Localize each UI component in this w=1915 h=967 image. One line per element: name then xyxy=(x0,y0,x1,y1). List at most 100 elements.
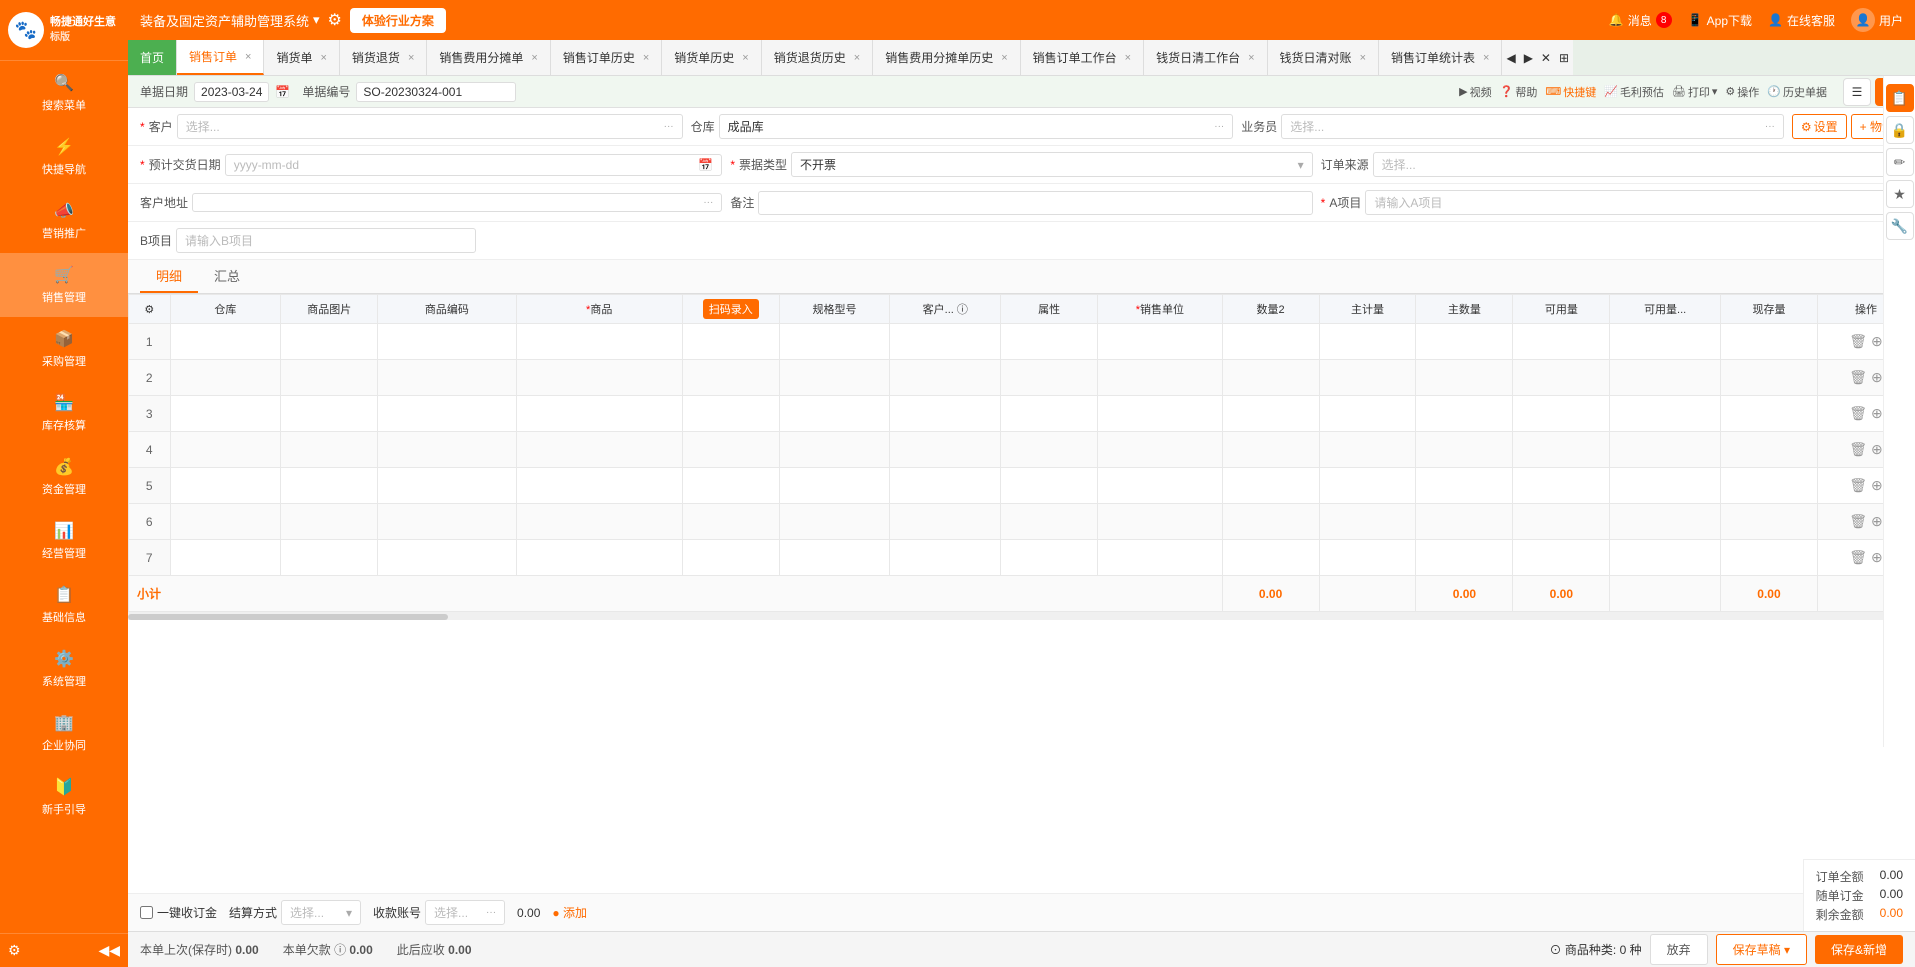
save-draft-button[interactable]: 保存草稿 ▾ xyxy=(1716,934,1807,965)
industry-plan-button[interactable]: 体验行业方案 xyxy=(350,8,446,33)
row-7-qty2[interactable] xyxy=(1222,540,1319,576)
row-4-warehouse[interactable] xyxy=(170,432,281,468)
row-4-product[interactable] xyxy=(516,432,682,468)
warehouse-input[interactable]: 成品库 ··· xyxy=(719,114,1234,139)
row-1-main-unit[interactable] xyxy=(1319,324,1416,360)
copy-icon[interactable]: ⊕ xyxy=(1871,405,1883,422)
row-7-customer-code[interactable] xyxy=(890,540,1001,576)
row-6-code[interactable] xyxy=(378,504,516,540)
sidebar-item-sales[interactable]: 🛒 销售管理 xyxy=(0,253,128,317)
right-panel-tool-btn[interactable]: 🔧 xyxy=(1886,212,1914,240)
tab-home[interactable]: 首页 xyxy=(128,40,177,75)
row-2-main-qty[interactable] xyxy=(1416,360,1513,396)
tab-sales-goods[interactable]: 销货单 × xyxy=(264,40,339,75)
sidebar-item-marketing[interactable]: 📣 营销推广 xyxy=(0,189,128,253)
delete-icon[interactable]: 🗑 xyxy=(1849,441,1867,458)
row-1-stock[interactable] xyxy=(1721,324,1818,360)
row-4-qty2[interactable] xyxy=(1222,432,1319,468)
row-6-available[interactable] xyxy=(1513,504,1610,540)
notifications-area[interactable]: 🔔 消息 8 xyxy=(1609,12,1672,29)
row-3-main-unit[interactable] xyxy=(1319,396,1416,432)
row-5-spec[interactable] xyxy=(779,468,890,504)
tab-nav-close-all[interactable]: ✕ xyxy=(1537,40,1555,75)
row-3-warehouse[interactable] xyxy=(170,396,281,432)
row-7-warehouse[interactable] xyxy=(170,540,281,576)
row-4-main-qty[interactable] xyxy=(1416,432,1513,468)
scrollbar-thumb[interactable] xyxy=(128,614,448,620)
customer-address-input[interactable]: ··· xyxy=(192,193,722,212)
row-7-stock[interactable] xyxy=(1721,540,1818,576)
sidebar-item-finance[interactable]: 💰 资金管理 xyxy=(0,445,128,509)
row-2-image[interactable] xyxy=(281,360,378,396)
app-download-area[interactable]: 📱 App下载 xyxy=(1688,12,1752,29)
remark-input[interactable] xyxy=(758,191,1312,215)
row-4-sales-unit[interactable] xyxy=(1098,432,1223,468)
tab-sales-order[interactable]: 销售订单 × xyxy=(177,40,264,75)
row-1-code[interactable] xyxy=(378,324,516,360)
a-project-input[interactable]: 请输入A项目 xyxy=(1365,190,1903,215)
discard-button[interactable]: 放弃 xyxy=(1650,934,1708,965)
row-2-qty2[interactable] xyxy=(1222,360,1319,396)
delete-icon[interactable]: 🗑 xyxy=(1849,549,1867,566)
row-6-scan[interactable] xyxy=(682,504,779,540)
row-1-available[interactable] xyxy=(1513,324,1610,360)
row-6-image[interactable] xyxy=(281,504,378,540)
row-7-scan[interactable] xyxy=(682,540,779,576)
row-7-main-qty[interactable] xyxy=(1416,540,1513,576)
row-7-main-unit[interactable] xyxy=(1319,540,1416,576)
sidebar-item-guide[interactable]: 🔰 新手引导 xyxy=(0,765,128,829)
tab-close-icon[interactable]: × xyxy=(1360,52,1366,64)
row-3-scan[interactable] xyxy=(682,396,779,432)
topbar-settings-icon[interactable]: ⚙ xyxy=(328,10,342,30)
tab-close-icon[interactable]: × xyxy=(320,52,326,64)
tab-daily-reconcile[interactable]: 钱货日清对账 × xyxy=(1268,40,1379,75)
row-2-sales-unit[interactable] xyxy=(1098,360,1223,396)
tab-nav-next[interactable]: ▶ xyxy=(1520,40,1537,75)
row-4-customer-code[interactable] xyxy=(890,432,1001,468)
tab-close-icon[interactable]: × xyxy=(1001,52,1007,64)
tab-summary[interactable]: 汇总 xyxy=(198,260,256,293)
row-3-code[interactable] xyxy=(378,396,516,432)
one-click-deposit-checkbox[interactable]: 一键收订金 xyxy=(140,904,217,921)
row-7-product[interactable] xyxy=(516,540,682,576)
row-3-main-qty[interactable] xyxy=(1416,396,1513,432)
sidebar-item-basic-info[interactable]: 📋 基础信息 xyxy=(0,573,128,637)
tab-close-icon[interactable]: × xyxy=(245,51,251,63)
horizontal-scrollbar[interactable] xyxy=(128,612,1915,620)
row-1-warehouse[interactable] xyxy=(170,324,281,360)
row-5-main-unit[interactable] xyxy=(1319,468,1416,504)
row-7-sales-unit[interactable] xyxy=(1098,540,1223,576)
row-6-qty2[interactable] xyxy=(1222,504,1319,540)
print-btn[interactable]: 🖨 打印 ▾ xyxy=(1672,84,1718,100)
col-settings[interactable]: ⚙ xyxy=(129,295,171,324)
row-2-scan[interactable] xyxy=(682,360,779,396)
row-4-available[interactable] xyxy=(1513,432,1610,468)
copy-icon[interactable]: ⊕ xyxy=(1871,333,1883,350)
row-3-attribute[interactable] xyxy=(1001,396,1098,432)
row-5-code[interactable] xyxy=(378,468,516,504)
tab-sales-stats[interactable]: 销售订单统计表 × xyxy=(1379,40,1502,75)
tab-close-icon[interactable]: × xyxy=(1483,52,1489,64)
row-3-image[interactable] xyxy=(281,396,378,432)
row-7-available2[interactable] xyxy=(1610,540,1721,576)
row-3-product[interactable] xyxy=(516,396,682,432)
row-2-code[interactable] xyxy=(378,360,516,396)
one-click-deposit-input[interactable] xyxy=(140,906,153,919)
payment-method-select[interactable]: 选择... ▾ xyxy=(281,900,361,925)
row-2-customer-code[interactable] xyxy=(890,360,1001,396)
row-3-stock[interactable] xyxy=(1721,396,1818,432)
view-video-btn[interactable]: ▶ 视频 xyxy=(1459,84,1491,100)
row-5-warehouse[interactable] xyxy=(170,468,281,504)
copy-icon[interactable]: ⊕ xyxy=(1871,477,1883,494)
operation-btn[interactable]: ⚙ 操作 xyxy=(1725,84,1759,100)
order-source-input[interactable]: 选择... ▾ xyxy=(1373,152,1903,177)
profit-estimate-btn[interactable]: 📈 毛利预估 xyxy=(1604,84,1664,100)
row-3-sales-unit[interactable] xyxy=(1098,396,1223,432)
sidebar-item-enterprise[interactable]: 🏢 企业协同 xyxy=(0,701,128,765)
right-panel-clipboard-btn[interactable]: 📋 xyxy=(1886,84,1914,112)
online-service-area[interactable]: 👤 在线客服 xyxy=(1768,12,1835,29)
row-7-attribute[interactable] xyxy=(1001,540,1098,576)
sidebar-item-search[interactable]: 🔍 搜索菜单 xyxy=(0,61,128,125)
row-1-scan[interactable] xyxy=(682,324,779,360)
row-6-main-unit[interactable] xyxy=(1319,504,1416,540)
